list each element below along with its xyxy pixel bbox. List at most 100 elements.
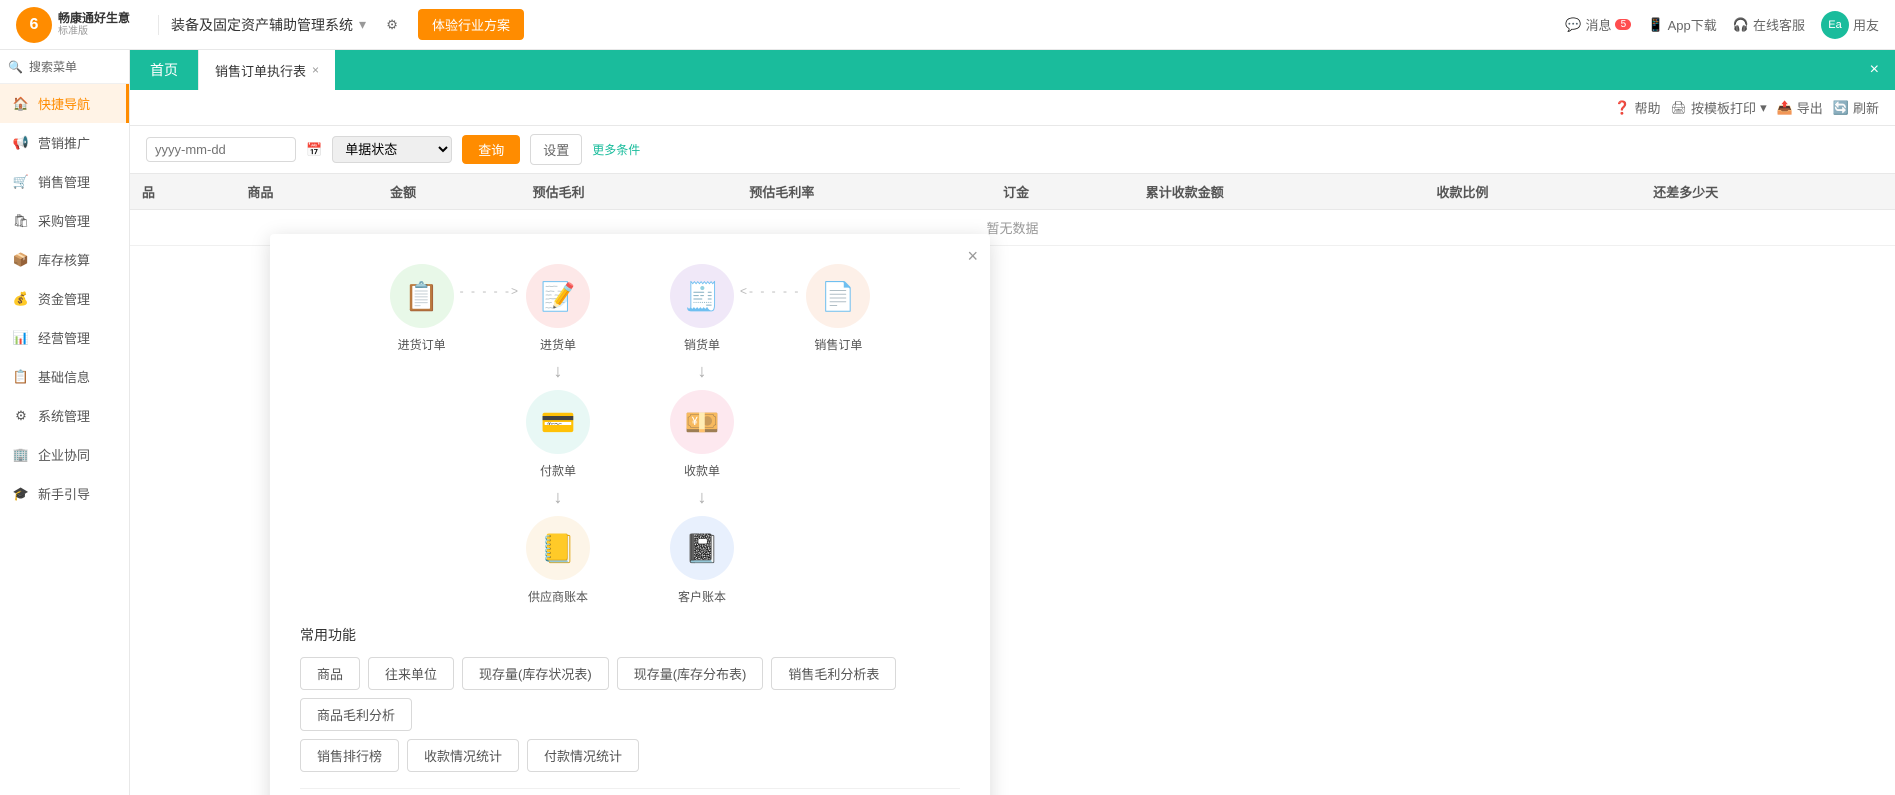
top-bar: 6 畅康通好生意 标准版 装备及固定资产辅助管理系统 ▾ ⚙ 体验行业方案 💬 …: [0, 0, 1895, 50]
close-all-tabs-button[interactable]: ×: [1870, 61, 1879, 79]
sales-bill-icon: 🧾: [670, 264, 734, 328]
system-icon: ⚙: [12, 407, 30, 425]
status-select[interactable]: 单据状态: [332, 136, 452, 163]
enterprise-icon: 🏢: [12, 446, 30, 464]
top-bar-right: 💬 消息 5 📱 App下载 🎧 在线客服 Ea 用友: [1565, 11, 1879, 39]
app-container: 6 畅康通好生意 标准版 装备及固定资产辅助管理系统 ▾ ⚙ 体验行业方案 💬 …: [0, 0, 1895, 795]
message-badge: 5: [1615, 19, 1631, 30]
purchase-icon: 🛍: [12, 212, 30, 230]
func-btn-gross-analysis[interactable]: 销售毛利分析表: [771, 657, 896, 690]
tab-sales-order[interactable]: 销售订单执行表 ×: [198, 50, 335, 90]
filter-row: 📅 单据状态 查询 设置 更多条件: [130, 126, 1895, 174]
tab-close-icon[interactable]: ×: [312, 63, 319, 77]
main-area: 🔍 搜索菜单 🏠 快捷导航 📢 营销推广 🛒 销售管理 🛍 采购管理 📦: [0, 50, 1895, 795]
sales-order-icon: 📄: [806, 264, 870, 328]
receipt-down-arrow: ↓: [698, 487, 707, 508]
sidebar-item-marketing[interactable]: 📢 营销推广: [0, 123, 129, 162]
func-btn-stock-status[interactable]: 现存量(库存状况表): [462, 657, 609, 690]
sales-bill-label: 销货单: [684, 336, 720, 353]
func-btn-stock-dist[interactable]: 现存量(库存分布表): [617, 657, 764, 690]
chevron-down-icon[interactable]: ▾: [359, 16, 366, 33]
table-area: 品 商品 金额 预估毛利 预估毛利率 订金 累计收款金额 收款比例 还差多少天: [130, 174, 1895, 795]
operations-icon: 📊: [12, 329, 30, 347]
supplier-ledger-label: 供应商账本: [528, 588, 588, 605]
flow-node-supplier-ledger: 📒 供应商账本: [526, 516, 590, 605]
sidebar-item-newbie[interactable]: 🎓 新手引导: [0, 474, 129, 513]
func-buttons-row1: 商品 往来单位 现存量(库存状况表) 现存量(库存分布表) 销售毛利分析表 商品…: [300, 657, 960, 731]
sidebar-item-finance[interactable]: 💰 资金管理: [0, 279, 129, 318]
customer-ledger-icon: 📓: [670, 516, 734, 580]
tab-bar: 首页 销售订单执行表 × ×: [130, 50, 1895, 90]
func-btn-partner[interactable]: 往来单位: [368, 657, 454, 690]
flow-node-sales-order: 📄 销售订单: [806, 264, 870, 353]
tab-home[interactable]: 首页: [130, 50, 198, 90]
sidebar-item-operations[interactable]: 📊 经营管理: [0, 318, 129, 357]
sidebar-item-quick-nav[interactable]: 🏠 快捷导航: [0, 84, 129, 123]
receipt-label: 收款单: [684, 462, 720, 479]
func-btn-sales-rank[interactable]: 销售排行榜: [300, 739, 399, 772]
export-action[interactable]: 📤 导出: [1777, 98, 1823, 117]
logo-text: 畅康通好生意 标准版: [58, 11, 130, 37]
message-action[interactable]: 💬 消息 5: [1565, 15, 1631, 34]
func-buttons-row2: 销售排行榜 收款情况统计 付款情况统计: [300, 739, 960, 772]
payment-down-arrow: ↓: [554, 487, 563, 508]
func-btn-receipt-stats[interactable]: 收款情况统计: [407, 739, 519, 772]
sidebar-item-purchase[interactable]: 🛍 采购管理: [0, 201, 129, 240]
func-btn-product[interactable]: 商品: [300, 657, 360, 690]
date-from-input[interactable]: [146, 137, 296, 162]
quick-nav-icon: 🏠: [12, 95, 30, 113]
print-action[interactable]: 🖨 按模板打印 ▾: [1671, 98, 1767, 117]
base-info-icon: 📋: [12, 368, 30, 386]
common-functions-title: 常用功能: [300, 625, 960, 645]
func-btn-payment-stats[interactable]: 付款情况统计: [527, 739, 639, 772]
inventory-icon: 📦: [12, 251, 30, 269]
message-icon: 💬: [1565, 17, 1581, 33]
sidebar-item-system[interactable]: ⚙ 系统管理: [0, 396, 129, 435]
help-icon: ❓: [1614, 100, 1630, 116]
func-btn-product-gross[interactable]: 商品毛利分析: [300, 698, 412, 731]
supplier-ledger-icon: 📒: [526, 516, 590, 580]
sidebar-item-base-info[interactable]: 📋 基础信息: [0, 357, 129, 396]
sidebar-item-sales[interactable]: 🛒 销售管理: [0, 162, 129, 201]
modal-scrollbar: ◀ ▶: [300, 788, 960, 795]
modal-close-button[interactable]: ×: [967, 246, 978, 267]
set-button[interactable]: 设置: [530, 134, 582, 165]
common-functions: 常用功能 商品 往来单位 现存量(库存状况表) 现存量(库存分布表) 销售毛利分…: [300, 625, 960, 772]
refresh-action[interactable]: 🔄 刷新: [1833, 98, 1879, 117]
online-service-action[interactable]: 🎧 在线客服: [1733, 15, 1805, 34]
receipt-icon: 💴: [670, 390, 734, 454]
more-conditions-link[interactable]: 更多条件: [592, 141, 640, 158]
top-divider: [158, 15, 159, 35]
flow-node-purchase-order: 📋 进货订单: [390, 264, 454, 353]
purchase-bill-icon: 📝: [526, 264, 590, 328]
modal-overlay: × 📋 进货订单: [130, 174, 1895, 795]
purchase-order-label: 进货订单: [398, 336, 446, 353]
help-action[interactable]: ❓ 帮助: [1614, 98, 1660, 117]
service-icon: 🎧: [1733, 17, 1749, 33]
newbie-icon: 🎓: [12, 485, 30, 503]
flow-node-purchase-bill: 📝 进货单: [526, 264, 590, 353]
marketing-icon: 📢: [12, 134, 30, 152]
search-menu[interactable]: 🔍 搜索菜单: [0, 50, 129, 84]
settings-icon[interactable]: ⚙: [378, 11, 406, 39]
system-title: 装备及固定资产辅助管理系统 ▾: [171, 15, 366, 35]
brand-subtitle: 标准版: [58, 26, 130, 38]
payment-label: 付款单: [540, 462, 576, 479]
trial-button[interactable]: 体验行业方案: [418, 9, 524, 40]
sidebar-item-enterprise[interactable]: 🏢 企业协同: [0, 435, 129, 474]
modal: × 📋 进货订单: [270, 234, 990, 795]
calendar-icon: 📅: [306, 142, 322, 158]
sidebar-item-inventory[interactable]: 📦 库存核算: [0, 240, 129, 279]
avatar: Ea: [1821, 11, 1849, 39]
refresh-icon: 🔄: [1833, 100, 1849, 116]
sidebar: 🔍 搜索菜单 🏠 快捷导航 📢 营销推广 🛒 销售管理 🛍 采购管理 📦: [0, 50, 130, 795]
app-download-action[interactable]: 📱 App下载: [1647, 15, 1716, 34]
header-actions: ❓ 帮助 🖨 按模板打印 ▾ 📤 导出 🔄 刷新: [1614, 98, 1879, 117]
export-icon: 📤: [1777, 100, 1793, 116]
flow-node-sales-bill: 🧾 销货单: [670, 264, 734, 353]
query-button[interactable]: 查询: [462, 135, 520, 164]
user-action[interactable]: Ea 用友: [1821, 11, 1879, 39]
sales-down-arrow: ↓: [698, 361, 707, 382]
purchase-down-arrow: ↓: [554, 361, 563, 382]
finance-icon: 💰: [12, 290, 30, 308]
